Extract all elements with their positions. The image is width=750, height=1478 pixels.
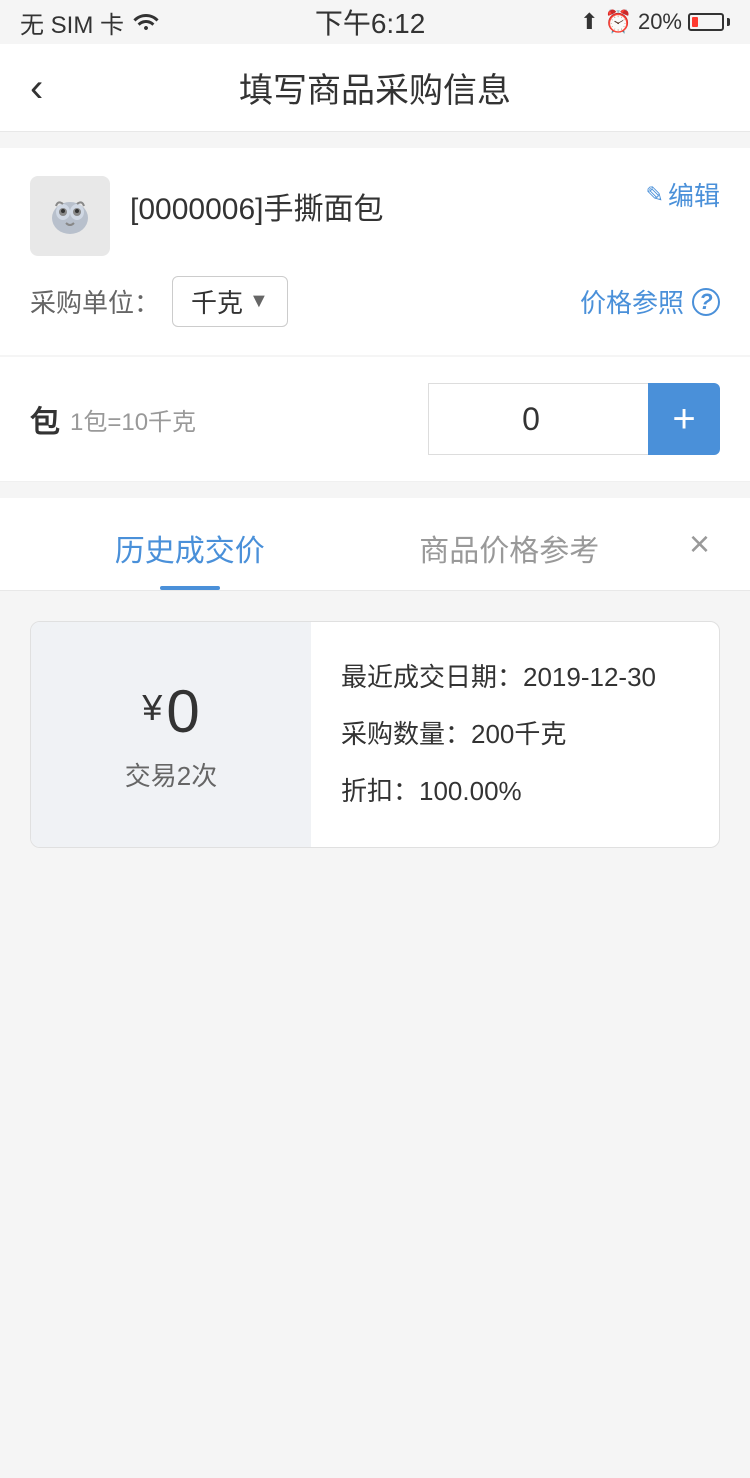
qty-plus-button[interactable]: + [648, 383, 720, 455]
info-icon: ? [692, 288, 720, 316]
tabs-container: 历史成交价 商品价格参考 × [0, 498, 750, 591]
battery-icon [688, 13, 730, 31]
nav-bar: ‹ 填写商品采购信息 [0, 44, 750, 132]
qty-input[interactable] [428, 383, 648, 455]
purchase-unit-label: 采购单位： [30, 283, 160, 320]
edit-icon: ✎ [646, 182, 664, 208]
trade-count: 交易2次 [125, 756, 217, 793]
close-button[interactable]: × [679, 513, 720, 575]
quantity-row: 包 1包=10千克 + [0, 357, 750, 482]
product-thumbnail [30, 176, 110, 256]
product-left: [0000006]手撕面包 [30, 176, 383, 256]
empty-area [0, 878, 750, 1478]
price-card-left: ¥ 0 交易2次 [31, 622, 311, 847]
date-label: 最近成交日期： [341, 662, 523, 692]
qty-unit: 包 [30, 397, 60, 441]
chevron-down-icon: ▼ [249, 290, 269, 313]
tab-history-price[interactable]: 历史成交价 [30, 498, 349, 590]
edit-button[interactable]: ✎ 编辑 [646, 176, 720, 213]
qty-hint: 1包=10千克 [70, 402, 196, 437]
price-ref-button[interactable]: 价格参照 ? [580, 283, 720, 320]
wifi-icon [132, 8, 160, 37]
date-value: 2019-12-30 [523, 662, 656, 692]
status-left: 无 SIM 卡 [20, 5, 160, 40]
price-amount: ¥ 0 [142, 677, 199, 746]
location-icon: ⬆ [580, 9, 598, 35]
discount-value: 100.00% [419, 776, 522, 806]
discount-label: 折扣： [341, 776, 419, 806]
unit-select[interactable]: 千克 ▼ [172, 276, 288, 327]
qty-detail-label: 采购数量： [341, 719, 471, 749]
purchase-unit: 采购单位： 千克 ▼ [30, 276, 288, 327]
tab-underline [160, 586, 220, 590]
unit-value: 千克 [191, 283, 243, 320]
alarm-icon: ⏰ [605, 9, 632, 35]
qty-detail-value: 200千克 [471, 719, 566, 749]
carrier-text: 无 SIM 卡 [20, 5, 124, 40]
tab-product-price-ref[interactable]: 商品价格参考 [349, 498, 668, 590]
price-value: 0 [166, 677, 199, 746]
battery-percent: 20% [638, 9, 682, 35]
product-bottom: 采购单位： 千克 ▼ 价格参照 ? [30, 276, 720, 327]
price-ref-label: 价格参照 [580, 283, 684, 320]
last-trade-date: 最近成交日期：2019-12-30 [341, 658, 689, 697]
product-logo [44, 190, 96, 242]
currency-symbol: ¥ [142, 687, 162, 729]
discount: 折扣：100.00% [341, 772, 689, 811]
page-title: 填写商品采购信息 [239, 63, 511, 112]
price-card-right: 最近成交日期：2019-12-30 采购数量：200千克 折扣：100.00% [311, 622, 719, 847]
purchase-quantity: 采购数量：200千克 [341, 715, 689, 754]
status-right: ⬆ ⏰ 20% [580, 9, 730, 35]
back-button[interactable]: ‹ [30, 68, 43, 108]
qty-label: 包 1包=10千克 [30, 397, 196, 441]
product-card: [0000006]手撕面包 ✎ 编辑 采购单位： 千克 ▼ 价格参照 ? [0, 148, 750, 355]
status-bar: 无 SIM 卡 下午6:12 ⬆ ⏰ 20% [0, 0, 750, 44]
price-card: ¥ 0 交易2次 最近成交日期：2019-12-30 采购数量：200千克 折扣… [30, 621, 720, 848]
qty-control: + [428, 383, 720, 455]
product-header: [0000006]手撕面包 ✎ 编辑 [30, 176, 720, 256]
time-display: 下午6:12 [315, 2, 426, 42]
product-name: [0000006]手撕面包 [130, 176, 383, 228]
